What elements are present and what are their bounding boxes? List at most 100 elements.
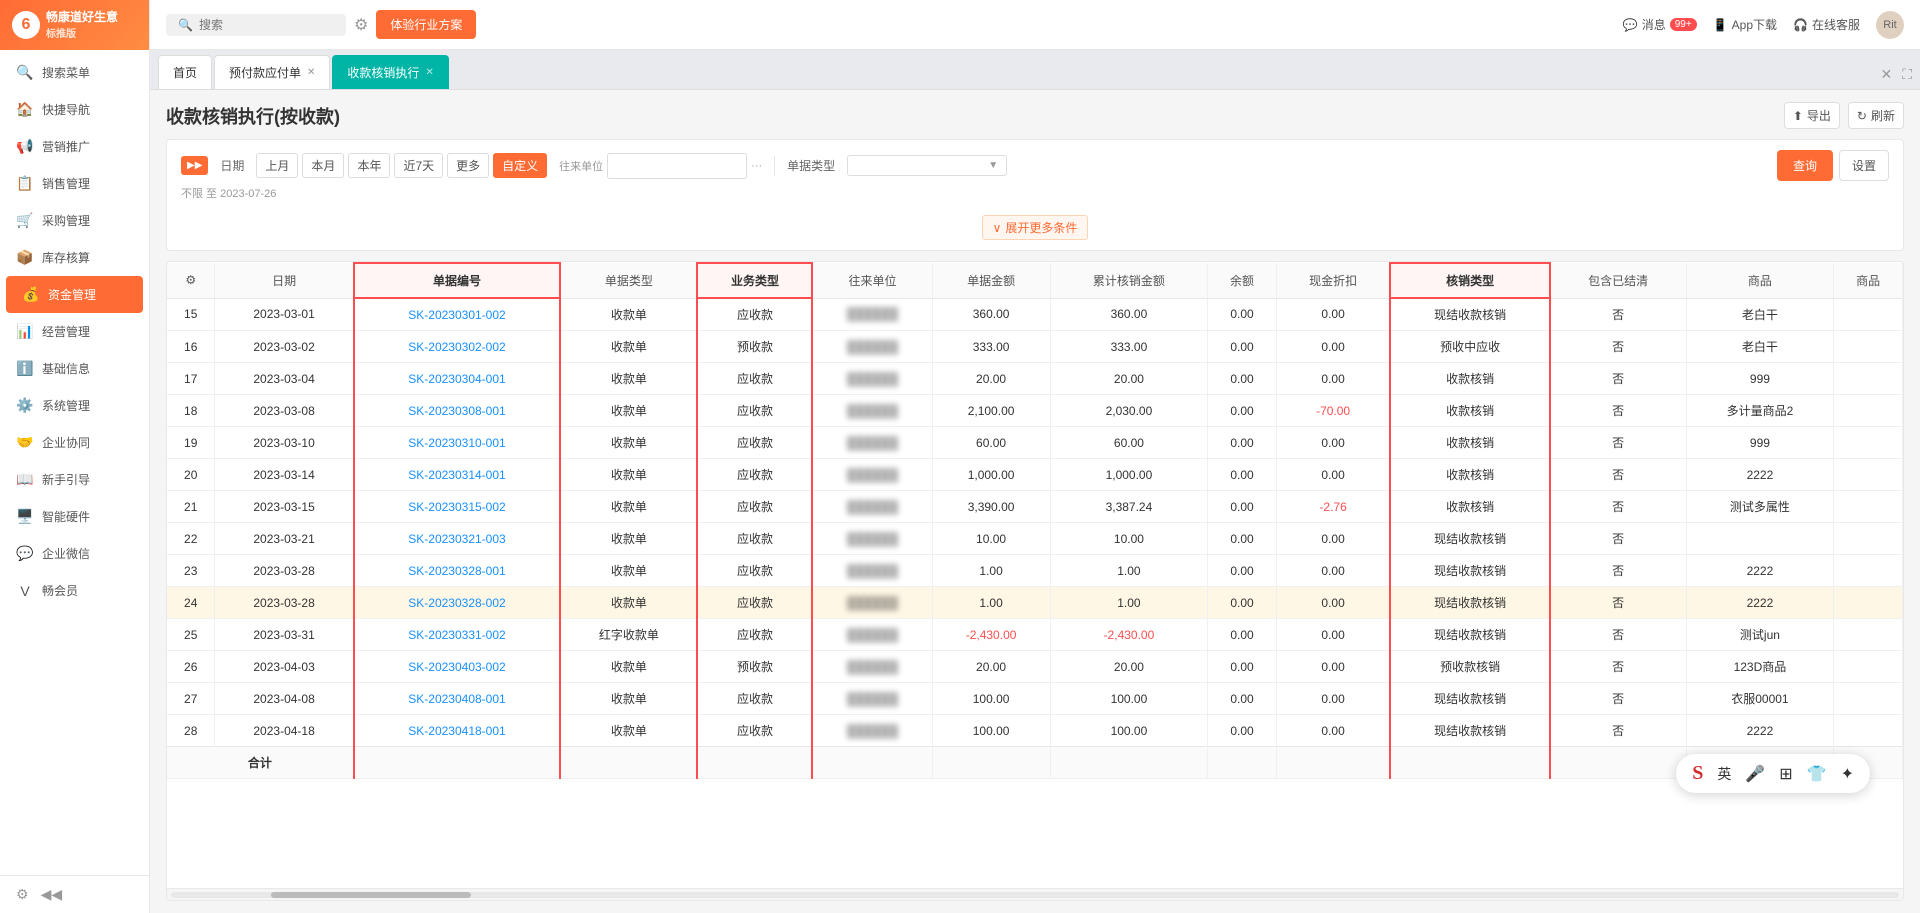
expand-conditions-button[interactable]: ∨ 展开更多条件: [982, 215, 1089, 240]
tab-prepayment-close[interactable]: ✕: [307, 67, 315, 78]
scrollbar-thumb[interactable]: [271, 892, 471, 898]
cell-doc-no[interactable]: SK-20230408-001: [354, 683, 561, 715]
cell-include-settled: 否: [1550, 683, 1686, 715]
cell-doc-no[interactable]: SK-20230301-002: [354, 298, 561, 331]
avatar[interactable]: Rit: [1876, 11, 1904, 39]
table-row[interactable]: 25 2023-03-31 SK-20230331-002 红字收款单 应收款 …: [167, 619, 1903, 651]
table-row[interactable]: 19 2023-03-10 SK-20230310-001 收款单 应收款 ██…: [167, 427, 1903, 459]
wechat-icon: 💬: [16, 545, 34, 562]
col-writeoff-amount: 累计核销金额: [1050, 263, 1208, 298]
sidebar-item-member[interactable]: V畅会员: [0, 572, 149, 609]
sidebar-item-marketing[interactable]: 📢营销推广: [0, 128, 149, 165]
counterpart-field[interactable]: [607, 153, 747, 179]
search-input[interactable]: [199, 18, 319, 32]
sidebar-item-label: 畅会员: [42, 582, 78, 599]
doc-type-select[interactable]: ▼: [847, 155, 1007, 176]
table-scroll[interactable]: ⚙ 日期 单据编号 单据类型 业务类型 往来单位 单据金额 累计核销金额 余额 …: [167, 262, 1903, 888]
table-row[interactable]: 16 2023-03-02 SK-20230302-002 收款单 预收款 ██…: [167, 331, 1903, 363]
refresh-button[interactable]: ↻ 刷新: [1848, 102, 1904, 129]
float-shirt-icon[interactable]: 👕: [1807, 764, 1827, 784]
guide-icon: 📖: [16, 471, 34, 488]
table-row[interactable]: 18 2023-03-08 SK-20230308-001 收款单 应收款 ██…: [167, 395, 1903, 427]
date-this-month-btn[interactable]: 本月: [302, 153, 344, 178]
cell-doc-type: 收款单: [560, 555, 697, 587]
cell-idx: 16: [167, 331, 215, 363]
table-row[interactable]: 26 2023-04-03 SK-20230403-002 收款单 预收款 ██…: [167, 651, 1903, 683]
table-row[interactable]: 28 2023-04-18 SK-20230418-001 收款单 应收款 ██…: [167, 715, 1903, 747]
setting-button[interactable]: 设置: [1839, 150, 1889, 181]
cell-writeoff-type: 现结收款核销: [1390, 298, 1549, 331]
tab-writeoff[interactable]: 收款核销执行 ✕: [332, 55, 448, 89]
float-star-icon[interactable]: ✦: [1841, 764, 1854, 784]
cell-counterpart: ██████: [812, 459, 932, 491]
sidebar-item-enterprise[interactable]: 🤝企业协同: [0, 424, 149, 461]
sidebar-item-system[interactable]: ⚙️系统管理: [0, 387, 149, 424]
query-actions: 查询 设置: [1777, 150, 1889, 181]
cell-amount: 100.00: [932, 683, 1050, 715]
tab-writeoff-close[interactable]: ✕: [425, 67, 433, 78]
industry-solution-button[interactable]: 体验行业方案: [376, 10, 476, 39]
table-row[interactable]: 17 2023-03-04 SK-20230304-001 收款单 应收款 ██…: [167, 363, 1903, 395]
date-last-month-btn[interactable]: 上月: [256, 153, 298, 178]
sidebar-item-search[interactable]: 🔍搜索菜单: [0, 54, 149, 91]
float-text-icon[interactable]: 英: [1717, 764, 1731, 784]
query-button[interactable]: 查询: [1777, 150, 1833, 181]
date-custom-btn[interactable]: 自定义: [493, 153, 547, 178]
cell-doc-no[interactable]: SK-20230310-001: [354, 427, 561, 459]
online-service-button[interactable]: 🎧 在线客服: [1793, 16, 1860, 33]
sidebar-item-quicknav[interactable]: 🏠快捷导航: [0, 91, 149, 128]
date-more-btn[interactable]: 更多: [447, 153, 489, 178]
tab-prepayment[interactable]: 预付款应付单 ✕: [214, 55, 330, 89]
table-row[interactable]: 27 2023-04-08 SK-20230408-001 收款单 应收款 ██…: [167, 683, 1903, 715]
table-row[interactable]: 22 2023-03-21 SK-20230321-003 收款单 应收款 ██…: [167, 523, 1903, 555]
horizontal-scrollbar[interactable]: [167, 888, 1903, 900]
app-download-button[interactable]: 📱 App下载: [1713, 16, 1777, 33]
cell-doc-no[interactable]: SK-20230403-002: [354, 651, 561, 683]
cell-doc-no[interactable]: SK-20230302-002: [354, 331, 561, 363]
cell-doc-no[interactable]: SK-20230321-003: [354, 523, 561, 555]
float-mic-icon[interactable]: 🎤: [1745, 764, 1765, 784]
cell-doc-no[interactable]: SK-20230314-001: [354, 459, 561, 491]
float-grid-icon[interactable]: ⊞: [1779, 764, 1792, 784]
message-button[interactable]: 💬 消息 99+: [1623, 16, 1697, 33]
cell-doc-no[interactable]: SK-20230315-002: [354, 491, 561, 523]
sidebar-item-operation[interactable]: 📊经营管理: [0, 313, 149, 350]
sidebar-item-basic[interactable]: ℹ️基础信息: [0, 350, 149, 387]
sidebar-item-finance[interactable]: 💰资金管理: [6, 276, 143, 313]
cell-idx: 19: [167, 427, 215, 459]
cell-writeoff-amount: 333.00: [1050, 331, 1208, 363]
sidebar-item-guide[interactable]: 📖新手引导: [0, 461, 149, 498]
table-row[interactable]: 20 2023-03-14 SK-20230314-001 收款单 应收款 ██…: [167, 459, 1903, 491]
tab-expand-icon[interactable]: ⛶: [1902, 66, 1912, 83]
tab-home[interactable]: 首页: [158, 55, 212, 89]
sidebar-item-hardware[interactable]: 🖥️智能硬件: [0, 498, 149, 535]
settings-gear-icon[interactable]: ⚙: [354, 15, 368, 35]
cell-doc-no[interactable]: SK-20230331-002: [354, 619, 561, 651]
export-button[interactable]: ⬆ 导出: [1784, 102, 1840, 129]
sidebar-item-inventory[interactable]: 📦库存核算: [0, 239, 149, 276]
filter-bar: ▶▶ 日期 上月 本月 本年 近7天 更多 自定义 往来单位 ··· 单: [166, 139, 1904, 251]
collapse-icon[interactable]: ◀◀: [41, 886, 63, 903]
filter-collapse-btn[interactable]: ▶▶: [181, 156, 208, 175]
cell-doc-no[interactable]: SK-20230304-001: [354, 363, 561, 395]
date-7days-btn[interactable]: 近7天: [394, 153, 443, 178]
cell-doc-no[interactable]: SK-20230308-001: [354, 395, 561, 427]
cell-biz-type: 应收款: [697, 298, 812, 331]
topbar-search[interactable]: 🔍: [166, 14, 346, 36]
sidebar-item-sales[interactable]: 📋销售管理: [0, 165, 149, 202]
table-row[interactable]: 23 2023-03-28 SK-20230328-001 收款单 应收款 ██…: [167, 555, 1903, 587]
scrollbar-track: [171, 892, 1899, 898]
cell-doc-no[interactable]: SK-20230328-002: [354, 587, 561, 619]
table-row[interactable]: 15 2023-03-01 SK-20230301-002 收款单 应收款 ██…: [167, 298, 1903, 331]
date-this-year-btn[interactable]: 本年: [348, 153, 390, 178]
cell-doc-no[interactable]: SK-20230328-001: [354, 555, 561, 587]
sidebar-item-purchase[interactable]: 🛒采购管理: [0, 202, 149, 239]
cell-doc-no[interactable]: SK-20230418-001: [354, 715, 561, 747]
col-settings[interactable]: ⚙: [167, 263, 215, 298]
settings-icon[interactable]: ⚙: [16, 886, 29, 903]
sidebar-item-wechat[interactable]: 💬企业微信: [0, 535, 149, 572]
tab-close-icon[interactable]: ✕: [1880, 66, 1892, 83]
cell-date: 2023-04-08: [215, 683, 354, 715]
table-row[interactable]: 24 2023-03-28 SK-20230328-002 收款单 应收款 ██…: [167, 587, 1903, 619]
table-row[interactable]: 21 2023-03-15 SK-20230315-002 收款单 应收款 ██…: [167, 491, 1903, 523]
